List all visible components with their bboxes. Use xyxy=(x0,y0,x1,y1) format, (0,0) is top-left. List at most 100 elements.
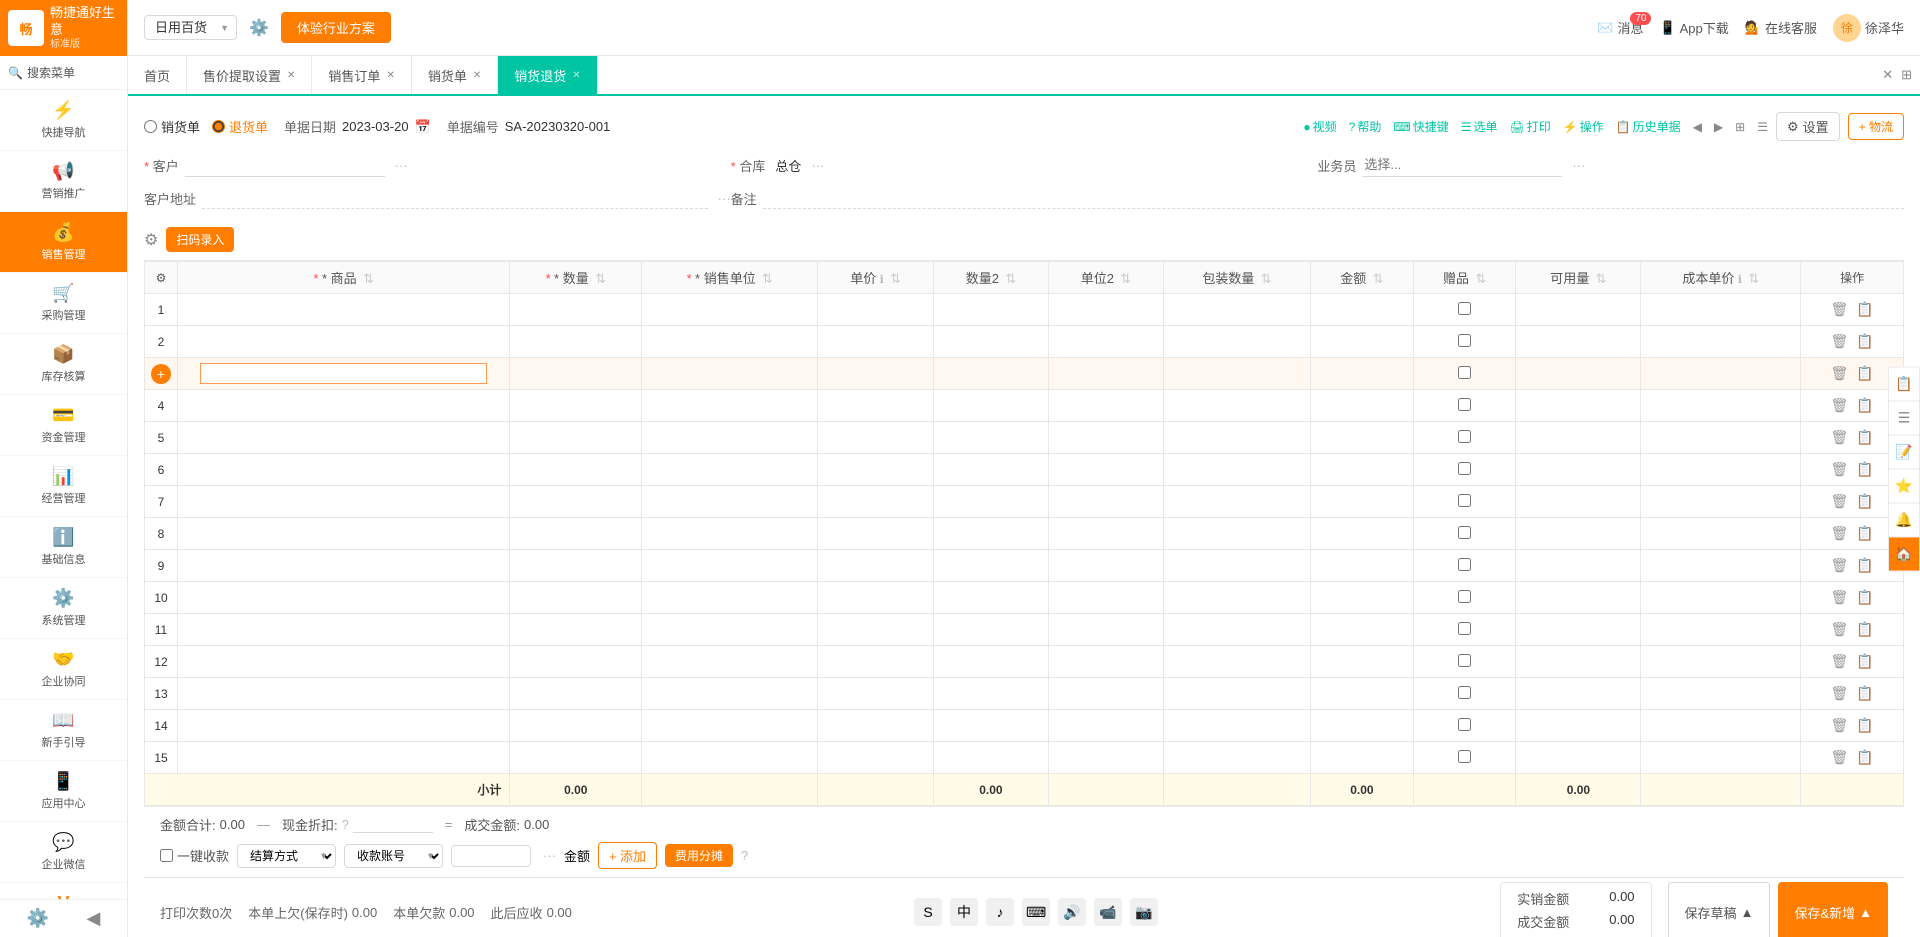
sidebar-item-guide[interactable]: 📖 新手引导 xyxy=(0,700,127,761)
product-sort-icon[interactable]: ⇅ xyxy=(363,271,374,286)
row-delete-btn[interactable]: 🗑 xyxy=(1829,459,1851,480)
search-menu-item[interactable]: 🔍 搜索菜单 xyxy=(0,56,127,90)
sidebar-item-app-center[interactable]: 📱 应用中心 xyxy=(0,761,127,822)
row-1-pack[interactable] xyxy=(1163,294,1310,326)
row-2-product[interactable] xyxy=(178,326,510,358)
row-copy-btn[interactable]: 📋 xyxy=(1854,395,1875,416)
row-2-quantity[interactable] xyxy=(510,326,642,358)
shortcut-action[interactable]: ⌨ 快捷键 xyxy=(1393,118,1448,135)
row-3-product[interactable] xyxy=(178,358,510,390)
message-badge-item[interactable]: ✉️ 消息 70 xyxy=(1597,18,1643,37)
row-copy-btn[interactable]: 📋 xyxy=(1854,427,1875,448)
row-2-gift[interactable] xyxy=(1413,326,1516,358)
sidebar-item-quick-nav[interactable]: ⚡ 快捷导航 xyxy=(0,90,127,151)
row-1-quantity[interactable] xyxy=(510,294,642,326)
row-2-amount[interactable] xyxy=(1311,326,1414,358)
float-btn-6[interactable]: 🏠 xyxy=(1888,536,1920,571)
select-action[interactable]: ☰ 选单 xyxy=(1461,118,1498,135)
tab-home[interactable]: 首页 xyxy=(128,56,187,94)
row-copy-btn[interactable]: 📋 xyxy=(1854,523,1875,544)
row-copy-btn[interactable]: 📋 xyxy=(1854,459,1875,480)
customer-input[interactable] xyxy=(185,153,385,177)
discount-input[interactable] xyxy=(353,817,433,833)
save-new-btn[interactable]: 保存&新增 ▲ xyxy=(1778,882,1888,937)
tab-sales-return-close[interactable]: ✕ xyxy=(572,70,580,81)
add-logistics-button[interactable]: + 物流 xyxy=(1848,113,1904,140)
calendar-icon[interactable]: 📅 xyxy=(415,119,431,135)
row-delete-btn[interactable]: 🗑 xyxy=(1829,427,1851,448)
icon-3[interactable]: ♪ xyxy=(986,898,1014,926)
row-1-cost[interactable] xyxy=(1641,294,1801,326)
tab-sales-bill[interactable]: 销货单 ✕ xyxy=(412,56,498,94)
row-delete-btn[interactable]: 🗑 xyxy=(1829,395,1851,416)
category-select[interactable]: 日用百货 xyxy=(144,15,237,40)
row-delete-btn[interactable]: 🗑 xyxy=(1829,651,1851,672)
amount-sort-icon[interactable]: ⇅ xyxy=(1373,271,1384,286)
row-1-gift[interactable] xyxy=(1413,294,1516,326)
row-delete-btn[interactable]: 🗑 xyxy=(1829,715,1851,736)
row-2-unit2[interactable] xyxy=(1048,326,1163,358)
row-3-available[interactable] xyxy=(1516,358,1641,390)
help-action[interactable]: ? 帮助 xyxy=(1349,118,1382,135)
collapse-icon[interactable]: ◀ xyxy=(86,908,100,929)
grid-icon[interactable]: ⊞ xyxy=(1735,120,1745,134)
salesperson-lookup-icon[interactable]: ··· xyxy=(1572,158,1585,173)
tab-sales-order-close[interactable]: ✕ xyxy=(386,70,394,81)
settle-method-select[interactable]: 结算方式 xyxy=(237,844,336,868)
warehouse-lookup-icon[interactable]: ··· xyxy=(811,158,824,173)
row-2-qty2[interactable] xyxy=(933,326,1048,358)
sidebar-item-member[interactable]: V 畅会员 xyxy=(0,883,127,899)
row-delete-btn[interactable]: 🗑 xyxy=(1829,747,1851,768)
available-sort-icon[interactable]: ⇅ xyxy=(1596,271,1607,286)
prev-icon[interactable]: ◀ xyxy=(1693,120,1702,134)
sidebar-item-sales[interactable]: 💰 销售管理 xyxy=(0,212,127,273)
row-3-copy-btn[interactable]: 📋 xyxy=(1854,363,1875,384)
row-copy-btn[interactable]: 📋 xyxy=(1854,747,1875,768)
row-2-cost[interactable] xyxy=(1641,326,1801,358)
price-sort-icon[interactable]: ⇅ xyxy=(890,271,901,286)
online-service-item[interactable]: 💁 在线客服 xyxy=(1745,18,1817,37)
icon-2[interactable]: 中 xyxy=(950,898,978,926)
icon-4[interactable]: ⌨ xyxy=(1022,898,1050,926)
row-3-quantity[interactable] xyxy=(510,358,642,390)
gear-topbar-icon[interactable]: ⚙️ xyxy=(249,18,269,38)
row-3-qty2[interactable] xyxy=(933,358,1048,390)
row-2-pack[interactable] xyxy=(1163,326,1310,358)
float-btn-2[interactable]: ☰ xyxy=(1888,400,1920,434)
tab-sales-order[interactable]: 销售订单 ✕ xyxy=(312,56,411,94)
tab-sales-return[interactable]: 销货退货 ✕ xyxy=(498,56,597,94)
row-delete-btn[interactable]: 🗑 xyxy=(1829,619,1851,640)
address-lookup-icon[interactable]: ··· xyxy=(718,191,731,206)
float-btn-1[interactable]: 📋 xyxy=(1888,366,1920,400)
user-profile[interactable]: 徐 徐泽华 xyxy=(1833,14,1904,42)
row-3-unit2[interactable] xyxy=(1048,358,1163,390)
row-copy-btn[interactable]: 📋 xyxy=(1854,619,1875,640)
history-action[interactable]: 📋 历史单据 xyxy=(1616,118,1681,135)
settings-button[interactable]: ⚙ 设置 xyxy=(1776,112,1840,141)
one-click-pay-checkbox[interactable]: 一键收款 xyxy=(160,846,229,865)
customer-lookup-icon[interactable]: ··· xyxy=(395,158,408,173)
row-1-price[interactable] xyxy=(818,294,934,326)
table-settings-icon[interactable]: ⚙ xyxy=(144,230,158,250)
qty2-sort-icon[interactable]: ⇅ xyxy=(1005,271,1016,286)
add-row-btn[interactable]: + xyxy=(151,364,171,384)
row-3-delete-btn[interactable]: 🗑 xyxy=(1829,363,1851,384)
unit-sort-icon[interactable]: ⇅ xyxy=(762,271,773,286)
sidebar-item-operations[interactable]: 📊 经营管理 xyxy=(0,456,127,517)
row-1-product[interactable] xyxy=(178,294,510,326)
next-icon[interactable]: ▶ xyxy=(1714,120,1723,134)
row-1-copy-btn[interactable]: 📋 xyxy=(1854,299,1875,320)
pack-sort-icon[interactable]: ⇅ xyxy=(1261,271,1272,286)
add-payment-btn[interactable]: + 添加 xyxy=(598,842,657,869)
row-1-unit2[interactable] xyxy=(1048,294,1163,326)
row-3-cost[interactable] xyxy=(1641,358,1801,390)
row-3-price[interactable] xyxy=(818,358,934,390)
unit2-sort-icon[interactable]: ⇅ xyxy=(1120,271,1131,286)
account-no-select[interactable]: 收款账号 xyxy=(344,844,443,868)
row-2-price[interactable] xyxy=(818,326,934,358)
row-1-available[interactable] xyxy=(1516,294,1641,326)
row-3-unit[interactable] xyxy=(642,358,818,390)
sidebar-item-marketing[interactable]: 📢 营销推广 xyxy=(0,151,127,212)
account-placeholder-input[interactable] xyxy=(451,845,531,867)
row-1-amount[interactable] xyxy=(1311,294,1414,326)
